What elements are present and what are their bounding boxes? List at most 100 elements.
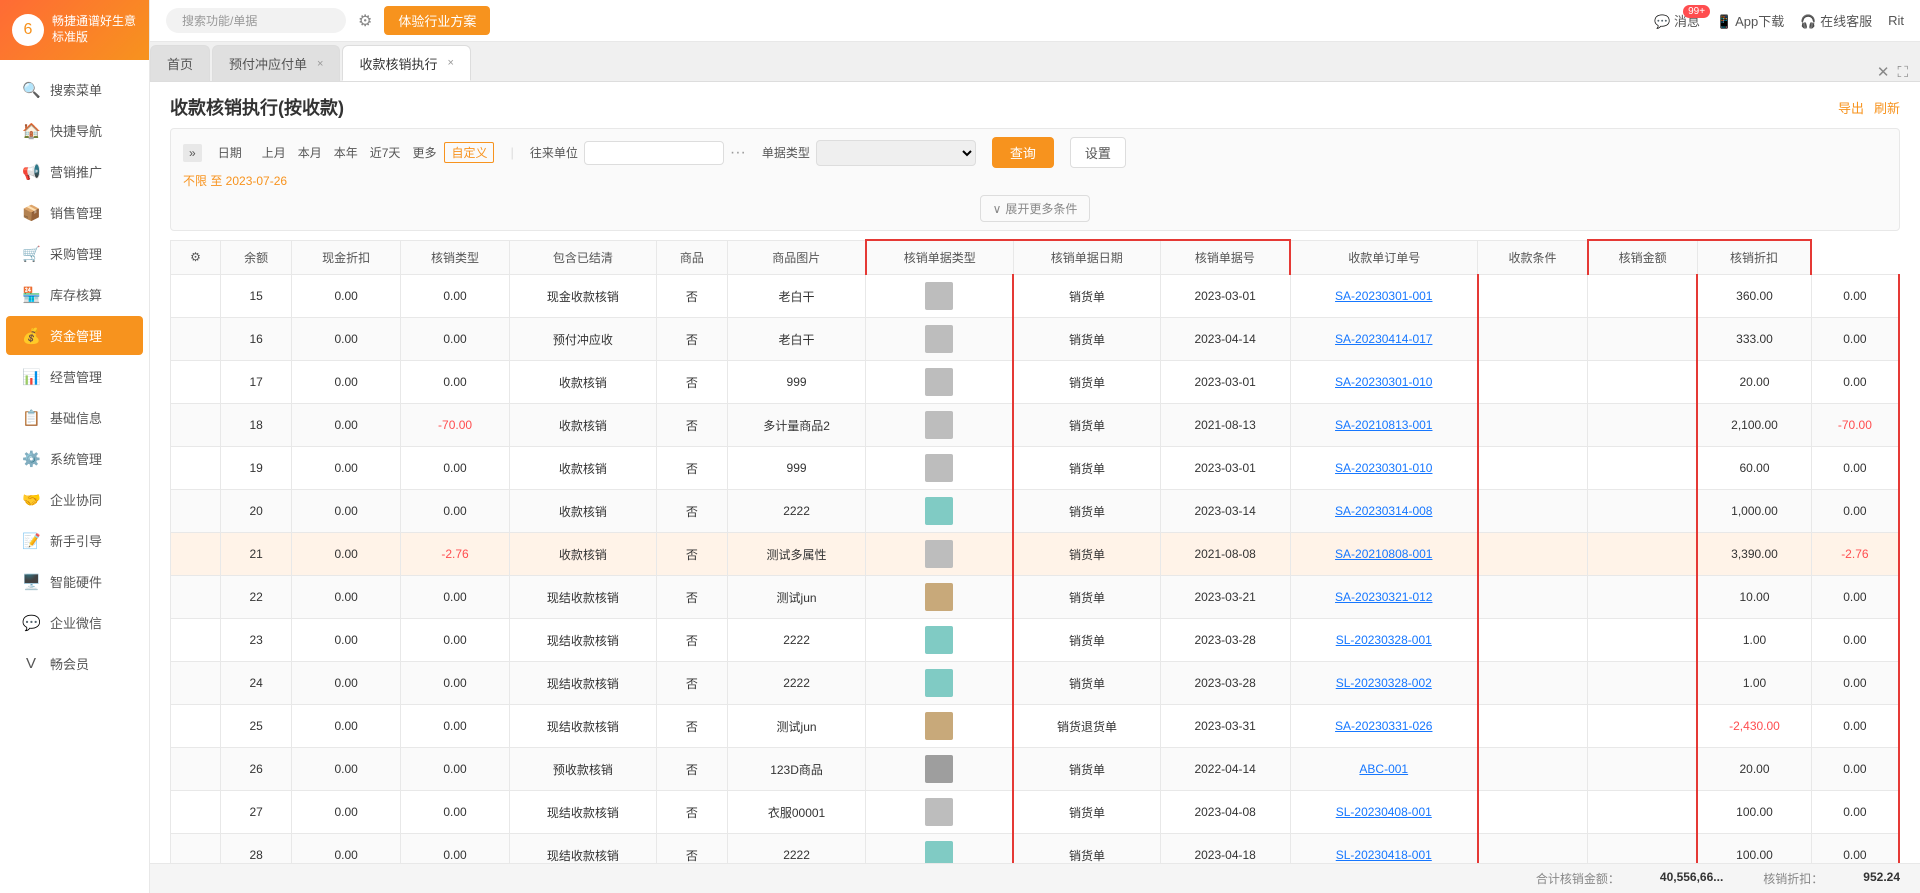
sidebar-item-basic[interactable]: 📋基础信息 bbox=[6, 398, 143, 437]
sidebar-item-purchase[interactable]: 🛒采购管理 bbox=[6, 234, 143, 273]
tab-receipt[interactable]: 收款核销执行× bbox=[342, 45, 470, 81]
sidebar-item-inventory[interactable]: 🏪库存核算 bbox=[6, 275, 143, 314]
col-header-receipt-condition: 收款条件 bbox=[1478, 240, 1588, 275]
sidebar-item-quicknav[interactable]: 🏠快捷导航 bbox=[6, 111, 143, 150]
sidebar-item-marketing[interactable]: 📢营销推广 bbox=[6, 152, 143, 191]
cell-cancel-bill-no[interactable]: SA-20210808-001 bbox=[1290, 533, 1478, 576]
cell-cancel-bill-no[interactable]: SA-20230331-026 bbox=[1290, 705, 1478, 748]
tab-close-prepay[interactable]: × bbox=[317, 58, 323, 70]
cell-cancel-type: 现金收款核销 bbox=[510, 275, 657, 318]
expand-more-btn[interactable]: ∨ 展开更多条件 bbox=[980, 195, 1091, 222]
sidebar-label-wechat: 企业微信 bbox=[50, 613, 102, 632]
cell-cancel-bill-no[interactable]: ABC-001 bbox=[1290, 748, 1478, 791]
cell-cancel-bill-no[interactable]: SL-20230418-001 bbox=[1290, 834, 1478, 864]
sidebar-label-quicknav: 快捷导航 bbox=[50, 121, 102, 140]
cell-gear bbox=[171, 834, 221, 864]
main-area: 搜索功能/单据 ⚙ 体验行业方案 💬 消息 99+ 📱 App下载 🎧 在线客服… bbox=[150, 0, 1920, 893]
cell-cancel-bill-no[interactable]: SA-20230301-010 bbox=[1290, 361, 1478, 404]
cell-balance: 0.00 bbox=[292, 748, 401, 791]
cell-gear bbox=[171, 447, 221, 490]
cell-cancel-bill-no[interactable]: SA-20210813-001 bbox=[1290, 404, 1478, 447]
cell-cancel-bill-no[interactable]: SL-20230328-001 bbox=[1290, 619, 1478, 662]
from-unit-input[interactable] bbox=[584, 141, 724, 165]
sidebar-item-finance[interactable]: 💰资金管理 bbox=[6, 316, 143, 355]
cell-product-img bbox=[866, 361, 1014, 404]
table-row: 200.000.00收款核销否2222销货单2023-03-14SA-20230… bbox=[171, 490, 1900, 533]
cell-balance: 0.00 bbox=[292, 361, 401, 404]
cell-include-settled: 否 bbox=[656, 791, 727, 834]
cell-cancel-bill-no[interactable]: SA-20230301-010 bbox=[1290, 447, 1478, 490]
topbar: 搜索功能/单据 ⚙ 体验行业方案 💬 消息 99+ 📱 App下载 🎧 在线客服… bbox=[150, 0, 1920, 42]
cell-cash-discount: 0.00 bbox=[401, 705, 510, 748]
fullscreen-btn[interactable]: ⛶ bbox=[1897, 64, 1908, 81]
cell-cancel-bill-no[interactable]: SL-20230328-002 bbox=[1290, 662, 1478, 705]
sidebar-item-vip[interactable]: V畅会员 bbox=[6, 644, 143, 683]
sidebar-item-newbie[interactable]: 📝新手引导 bbox=[6, 521, 143, 560]
cell-gear bbox=[171, 490, 221, 533]
marketing-icon: 📢 bbox=[22, 163, 40, 181]
cell-seq: 28 bbox=[221, 834, 292, 864]
cell-cancel-bill-no[interactable]: SL-20230408-001 bbox=[1290, 791, 1478, 834]
tab-home[interactable]: 首页 bbox=[150, 45, 210, 81]
dots-icon[interactable]: ··· bbox=[730, 144, 746, 162]
cell-cancel-bill-date: 2023-03-31 bbox=[1160, 705, 1290, 748]
cell-product: 123D商品 bbox=[727, 748, 865, 791]
sidebar-item-smart[interactable]: 🖥️智能硬件 bbox=[6, 562, 143, 601]
cell-seq: 17 bbox=[221, 361, 292, 404]
message-btn[interactable]: 💬 消息 99+ bbox=[1654, 11, 1700, 30]
sidebar-item-sales[interactable]: 📦销售管理 bbox=[6, 193, 143, 232]
cell-cancel-bill-date: 2021-08-13 bbox=[1160, 404, 1290, 447]
bill-type-select[interactable] bbox=[816, 140, 976, 166]
cell-cancel-bill-no[interactable]: SA-20230314-008 bbox=[1290, 490, 1478, 533]
online-service-btn[interactable]: 🎧 在线客服 bbox=[1800, 11, 1872, 30]
cell-include-settled: 否 bbox=[656, 662, 727, 705]
close-all-tabs-btn[interactable]: ✕ bbox=[1877, 63, 1890, 81]
cell-product-img bbox=[866, 533, 1014, 576]
table-row: 250.000.00现结收款核销否测试jun销货退货单2023-03-31SA-… bbox=[171, 705, 1900, 748]
cell-seq: 24 bbox=[221, 662, 292, 705]
date-opt-1[interactable]: 本月 bbox=[294, 142, 326, 163]
date-opt-3[interactable]: 近7天 bbox=[366, 142, 405, 163]
filter-expand-btn[interactable]: » bbox=[183, 144, 202, 162]
sidebar-item-wechat[interactable]: 💬企业微信 bbox=[6, 603, 143, 642]
topbar-search[interactable]: 搜索功能/单据 bbox=[166, 8, 346, 33]
cell-receipt-order-no bbox=[1478, 791, 1588, 834]
cell-receipt-condition bbox=[1588, 662, 1698, 705]
settings-btn[interactable]: 设置 bbox=[1070, 137, 1126, 168]
cell-cancel-bill-date: 2023-03-14 bbox=[1160, 490, 1290, 533]
refresh-btn[interactable]: 刷新 bbox=[1874, 98, 1900, 117]
cell-gear bbox=[171, 619, 221, 662]
cell-cancel-bill-no[interactable]: SA-20230321-012 bbox=[1290, 576, 1478, 619]
cell-cancel-bill-type: 销货单 bbox=[1013, 748, 1160, 791]
query-btn[interactable]: 查询 bbox=[992, 137, 1054, 168]
cell-product-img bbox=[866, 662, 1014, 705]
sidebar-item-operations[interactable]: 📊经营管理 bbox=[6, 357, 143, 396]
cell-cancel-amount: 333.00 bbox=[1697, 318, 1811, 361]
cell-seq: 18 bbox=[221, 404, 292, 447]
cell-seq: 23 bbox=[221, 619, 292, 662]
sidebar-item-enterprise[interactable]: 🤝企业协同 bbox=[6, 480, 143, 519]
tab-prepay[interactable]: 预付冲应付单× bbox=[212, 45, 340, 81]
app-download-btn[interactable]: 📱 App下载 bbox=[1716, 11, 1784, 30]
settings-icon[interactable]: ⚙ bbox=[358, 11, 372, 31]
date-opt-0[interactable]: 上月 bbox=[258, 142, 290, 163]
cell-cancel-bill-no[interactable]: SA-20230414-017 bbox=[1290, 318, 1478, 361]
sidebar-item-system[interactable]: ⚙️系统管理 bbox=[6, 439, 143, 478]
cell-cancel-bill-date: 2023-04-14 bbox=[1160, 318, 1290, 361]
cell-cash-discount: 0.00 bbox=[401, 791, 510, 834]
user-avatar[interactable]: Rit bbox=[1888, 13, 1904, 28]
custom-date-btn[interactable]: 自定义 bbox=[444, 142, 494, 163]
date-opt-4[interactable]: 更多 bbox=[408, 142, 440, 163]
cell-cash-discount: 0.00 bbox=[401, 275, 510, 318]
date-opt-2[interactable]: 本年 bbox=[330, 142, 362, 163]
tab-close-receipt[interactable]: × bbox=[447, 57, 453, 69]
cell-cancel-amount: 20.00 bbox=[1697, 748, 1811, 791]
cell-cancel-type: 收款核销 bbox=[510, 490, 657, 533]
industry-btn[interactable]: 体验行业方案 bbox=[384, 6, 490, 35]
sidebar: 6 畅捷通谱好生意 标准版 🔍搜索菜单🏠快捷导航📢营销推广📦销售管理🛒采购管理🏪… bbox=[0, 0, 150, 893]
export-btn[interactable]: 导出 bbox=[1838, 98, 1864, 117]
cell-cancel-bill-type: 销货退货单 bbox=[1013, 705, 1160, 748]
cell-seq: 26 bbox=[221, 748, 292, 791]
cell-cancel-bill-no[interactable]: SA-20230301-001 bbox=[1290, 275, 1478, 318]
sidebar-item-search[interactable]: 🔍搜索菜单 bbox=[6, 70, 143, 109]
